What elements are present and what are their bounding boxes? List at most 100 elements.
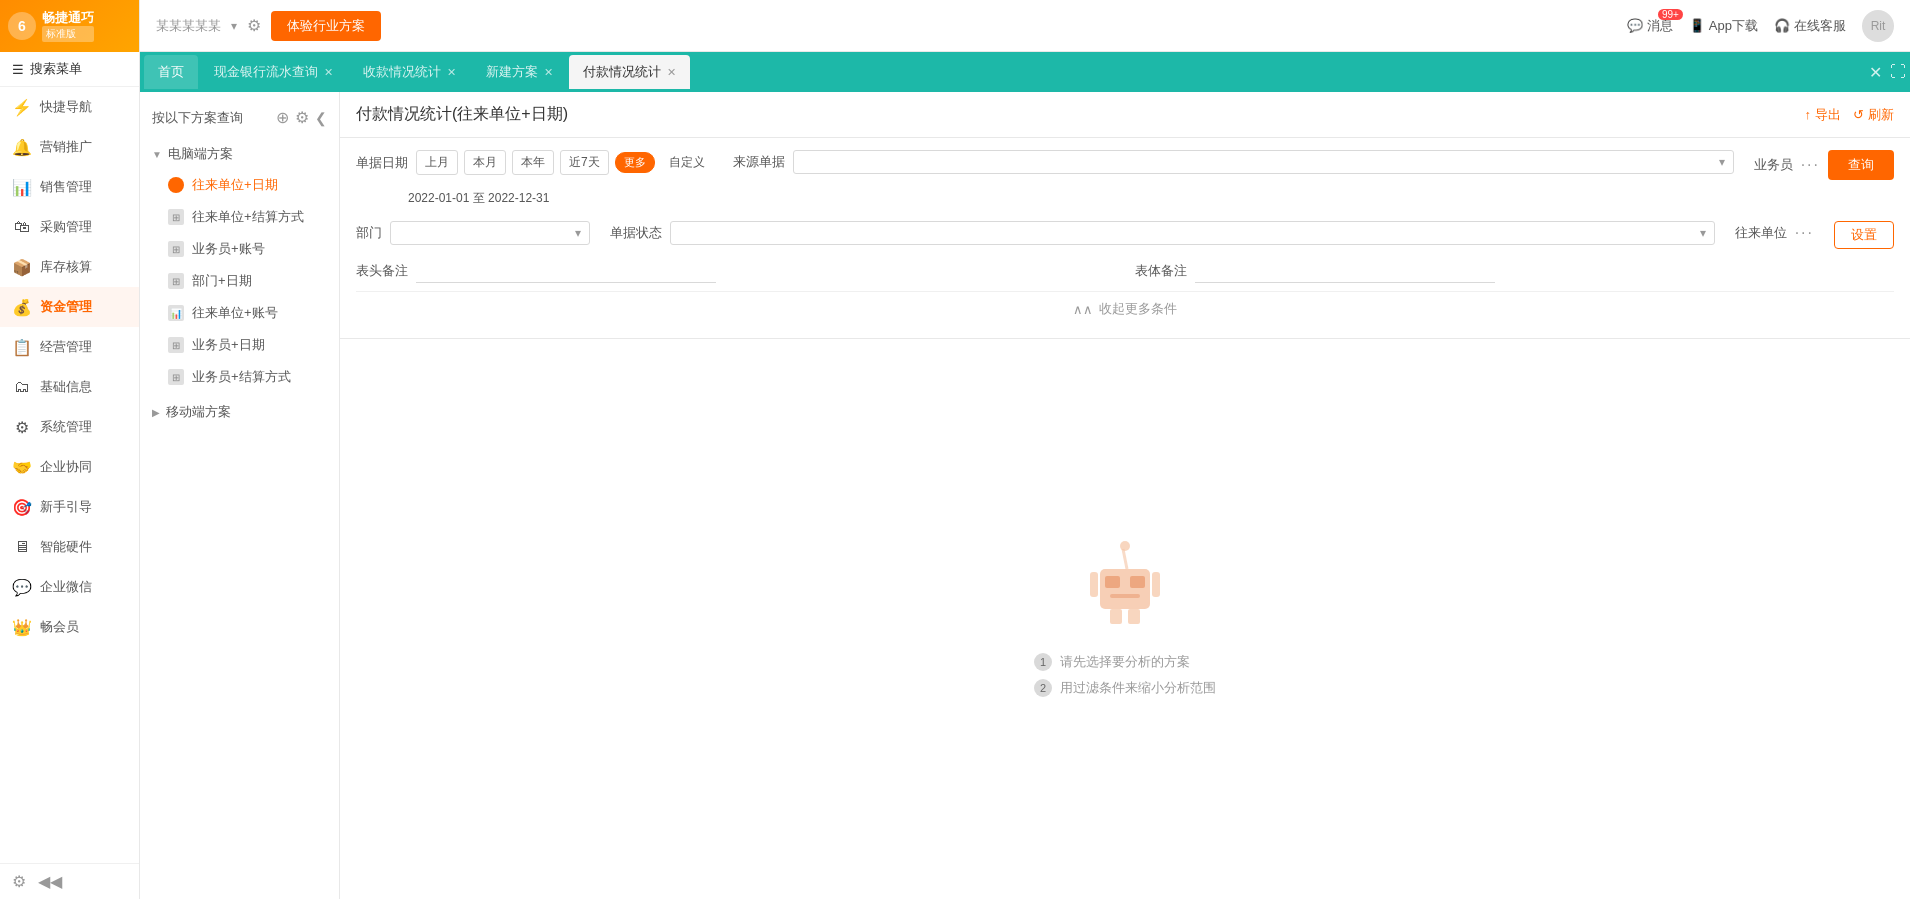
scheme-item-staff-date[interactable]: ⊞ 业务员+日期	[140, 329, 339, 361]
panel-collapse-icon[interactable]: ❮	[315, 110, 327, 126]
sidebar-item-wechat[interactable]: 💬 企业微信	[0, 567, 139, 607]
sidebar-item-guide[interactable]: 🎯 新手引导	[0, 487, 139, 527]
tab-new-scheme-close[interactable]: ✕	[544, 67, 553, 78]
collapse-icon: ∧∧	[1073, 302, 1093, 317]
scheme-item-staff-account[interactable]: ⊞ 业务员+账号	[140, 233, 339, 265]
svg-rect-7	[1128, 609, 1140, 624]
more-btn[interactable]: 更多	[615, 152, 655, 173]
tab-receipt-close[interactable]: ✕	[447, 67, 456, 78]
sidebar-item-label: 经营管理	[40, 338, 92, 356]
sidebar-item-collab[interactable]: 🤝 企业协同	[0, 447, 139, 487]
company-dropdown-icon[interactable]: ▾	[231, 19, 237, 33]
tab-payment-stats[interactable]: 付款情况统计 ✕	[569, 55, 690, 89]
scheme-item-unit-account[interactable]: 📊 往来单位+账号	[140, 297, 339, 329]
message-button[interactable]: 💬 消息 99+	[1627, 17, 1673, 35]
doc-status-select[interactable]: ▾	[670, 221, 1715, 245]
staff-dots[interactable]: ···	[1801, 156, 1820, 174]
scheme-item-label: 部门+日期	[192, 272, 252, 290]
tab-expand-icon[interactable]: ⛶	[1890, 63, 1906, 81]
tab-home-label: 首页	[158, 63, 184, 81]
source-doc-select[interactable]: ▾	[793, 150, 1734, 174]
refresh-button[interactable]: ↺ 刷新	[1853, 106, 1894, 124]
scheme-item-unit-settle[interactable]: ⊞ 往来单位+结算方式	[140, 201, 339, 233]
date-range-display: 2022-01-01 至 2022-12-31	[356, 190, 1894, 207]
this-month-btn[interactable]: 本月	[464, 150, 506, 175]
tab-receipt-stats[interactable]: 收款情况统计 ✕	[349, 55, 470, 89]
sidebar-item-system[interactable]: ⚙ 系统管理	[0, 407, 139, 447]
dept-chevron: ▾	[575, 226, 581, 240]
nav-list: ⚡ 快捷导航 🔔 营销推广 📊 销售管理 🛍 采购管理 📦 库存核算 💰 资金管…	[0, 87, 139, 863]
empty-tip-1: 1 请先选择要分析的方案	[1034, 653, 1216, 671]
capital-icon: 💰	[12, 297, 32, 317]
date-buttons: 上月 本月 本年 近7天 更多 自定义	[416, 150, 713, 175]
doc-status-label: 单据状态	[610, 224, 662, 242]
tab-bank-flow-close[interactable]: ✕	[324, 67, 333, 78]
topbar-gear-icon[interactable]: ⚙	[247, 16, 261, 35]
scheme-active-icon	[168, 177, 184, 193]
sidebar-item-hardware[interactable]: 🖥 智能硬件	[0, 527, 139, 567]
body-note-input[interactable]	[1195, 259, 1495, 283]
collapse-more-button[interactable]: ∧∧ 收起更多条件	[356, 291, 1894, 326]
custom-btn[interactable]: 自定义	[661, 151, 713, 174]
trial-button[interactable]: 体验行业方案	[271, 11, 381, 41]
settings-button[interactable]: 设置	[1834, 221, 1894, 249]
scheme-table-icon: ⊞	[168, 209, 184, 225]
dept-label: 部门	[356, 224, 382, 242]
sidebar-item-label: 企业协同	[40, 458, 92, 476]
marketing-icon: 🔔	[12, 137, 32, 157]
scheme-item-unit-date[interactable]: 往来单位+日期	[140, 169, 339, 201]
tab-bank-flow[interactable]: 现金银行流水查询 ✕	[200, 55, 347, 89]
sidebar-settings-icon[interactable]: ⚙	[12, 872, 26, 891]
sidebar-item-marketing[interactable]: 🔔 营销推广	[0, 127, 139, 167]
page-content: 按以下方案查询 ⊕ ⚙ ❮ ▼ 电脑端方案 往来单位+日期 ⊞	[140, 92, 1910, 899]
sidebar-item-inventory[interactable]: 📦 库存核算	[0, 247, 139, 287]
scheme-settings-icon[interactable]: ⚙	[295, 108, 309, 127]
body-note-label: 表体备注	[1135, 262, 1187, 280]
export-button[interactable]: ↑ 导出	[1805, 106, 1842, 124]
empty-tip-2: 2 用过滤条件来缩小分析范围	[1034, 679, 1216, 697]
service-button[interactable]: 🎧 在线客服	[1774, 17, 1846, 35]
sidebar-item-capital[interactable]: 💰 资金管理	[0, 287, 139, 327]
user-avatar[interactable]: Rit	[1862, 10, 1894, 42]
sidebar-collapse-icon[interactable]: ◀◀	[38, 872, 62, 891]
scheme-chart-icon: 📊	[168, 305, 184, 321]
tab-new-scheme-label: 新建方案	[486, 63, 538, 81]
app-download-button[interactable]: 📱 App下载	[1689, 17, 1758, 35]
page-title: 付款情况统计(往来单位+日期)	[356, 104, 568, 125]
sidebar-item-basic-info[interactable]: 🗂 基础信息	[0, 367, 139, 407]
search-menu[interactable]: ☰ 搜索菜单	[0, 52, 139, 87]
tab-home[interactable]: 首页	[144, 55, 198, 89]
this-year-btn[interactable]: 本年	[512, 150, 554, 175]
partner-dots[interactable]: ···	[1795, 224, 1814, 242]
scheme-item-dept-date[interactable]: ⊞ 部门+日期	[140, 265, 339, 297]
source-doc-group: 来源单据 ▾	[733, 150, 1734, 174]
desktop-section-title[interactable]: ▼ 电脑端方案	[140, 139, 339, 169]
sidebar-item-purchase[interactable]: 🛍 采购管理	[0, 207, 139, 247]
tabbar-actions: ✕ ⛶	[1869, 63, 1906, 82]
mobile-section-title[interactable]: ▶ 移动端方案	[140, 397, 339, 427]
svg-rect-3	[1110, 594, 1140, 598]
header-note-input[interactable]	[416, 259, 716, 283]
last-7-btn[interactable]: 近7天	[560, 150, 609, 175]
last-month-btn[interactable]: 上月	[416, 150, 458, 175]
mobile-section-label: 移动端方案	[166, 403, 231, 421]
query-button[interactable]: 查询	[1828, 150, 1894, 180]
tab-close-all-icon[interactable]: ✕	[1869, 63, 1882, 82]
tab-payment-close[interactable]: ✕	[667, 67, 676, 78]
empty-illustration	[1075, 534, 1175, 637]
scheme-item-label: 往来单位+日期	[192, 176, 278, 194]
sidebar-item-sales[interactable]: 📊 销售管理	[0, 167, 139, 207]
empty-state: 1 请先选择要分析的方案 2 用过滤条件来缩小分析范围	[340, 339, 1910, 899]
sidebar-item-business[interactable]: 📋 经营管理	[0, 327, 139, 367]
sidebar-item-quick-nav[interactable]: ⚡ 快捷导航	[0, 87, 139, 127]
sidebar-bottom: ⚙ ◀◀	[0, 863, 139, 899]
dept-select[interactable]: ▾	[390, 221, 590, 245]
scheme-item-staff-settle[interactable]: ⊞ 业务员+结算方式	[140, 361, 339, 393]
purchase-icon: 🛍	[12, 217, 32, 237]
tab-new-scheme[interactable]: 新建方案 ✕	[472, 55, 567, 89]
sidebar-item-label: 销售管理	[40, 178, 92, 196]
source-doc-label: 来源单据	[733, 153, 785, 171]
date-filter-group: 单据日期 上月 本月 本年 近7天 更多 自定义	[356, 150, 713, 175]
add-scheme-icon[interactable]: ⊕	[276, 108, 289, 127]
sidebar-item-member[interactable]: 👑 畅会员	[0, 607, 139, 647]
